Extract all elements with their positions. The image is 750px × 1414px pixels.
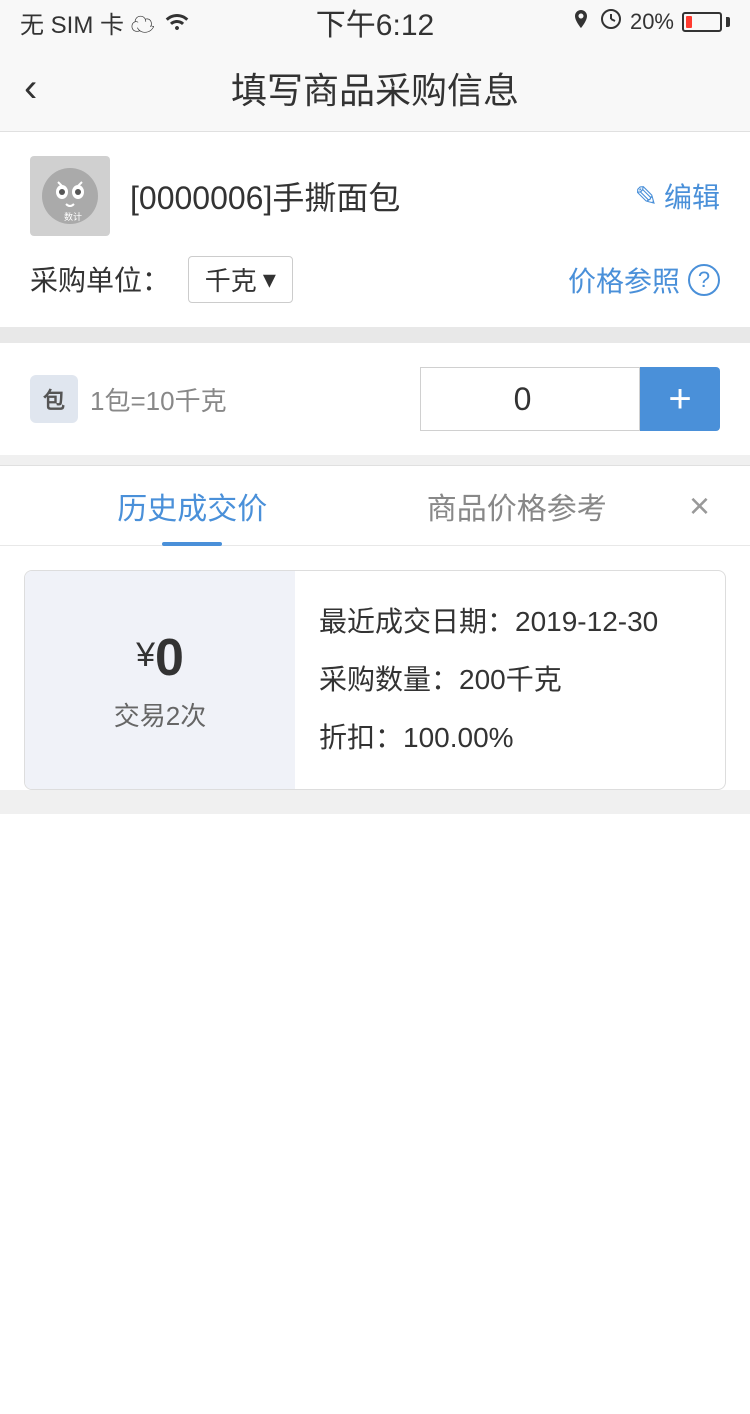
nav-bar: ‹ 填写商品采购信息 (0, 44, 750, 132)
price-ref-label: 价格参照 (568, 260, 680, 300)
quantity-control: + (420, 367, 720, 431)
status-time: 下午6:12 (316, 0, 434, 44)
status-left: 无 SIM 卡 ☁ (20, 5, 191, 40)
transaction-card: ¥0 交易2次 最近成交日期：2019-12-30 采购数量：200千克 折扣：… (24, 570, 726, 790)
tx-discount-row: 折扣：100.00% (319, 717, 701, 759)
section-divider (0, 327, 750, 343)
product-thumbnail: 数计 (30, 156, 110, 236)
tx-price-section: ¥0 交易2次 (25, 571, 295, 789)
product-unit-row: 采购单位： 千克 ▾ 价格参照 ? (30, 256, 720, 303)
quantity-plus-button[interactable]: + (640, 367, 720, 431)
product-left: 数计 [0000006]手撕面包 (30, 156, 400, 236)
tab-history-price[interactable]: 历史成交价 (30, 466, 354, 546)
tx-qty-row: 采购数量：200千克 (319, 659, 701, 701)
unit-select[interactable]: 千克 ▾ (188, 256, 293, 303)
tx-price-number: 0 (155, 629, 184, 687)
unit-section: 采购单位： 千克 ▾ (30, 256, 293, 303)
price-ref-button[interactable]: 价格参照 ? (568, 260, 720, 300)
unit-value: 千克 (205, 261, 257, 298)
status-bar: 无 SIM 卡 ☁ 下午6:12 20% (0, 0, 750, 44)
sim-signal-text: 无 SIM 卡 ☁ (20, 5, 155, 40)
tx-price-symbol: ¥ (136, 636, 155, 675)
unit-label-text: 采购单位： (30, 265, 170, 296)
bottom-sheet: 历史成交价 商品价格参考 × ¥0 交易2次 最近成交日期：2019-12-30… (0, 465, 750, 790)
tx-date-label: 最近成交日期： (319, 606, 515, 637)
price-ref-help-icon: ? (688, 264, 720, 296)
page-rest (0, 814, 750, 1414)
tx-date-row: 最近成交日期：2019-12-30 (319, 601, 701, 643)
status-right: 20% (570, 8, 730, 36)
quantity-row: 包 1包=10千克 + (0, 343, 750, 455)
battery-icon (682, 12, 730, 32)
unit-box-label: 包 (43, 383, 65, 415)
unit-dropdown-arrow: ▾ (263, 264, 276, 295)
tx-discount-value: 100.00% (403, 722, 514, 753)
tab-header: 历史成交价 商品价格参考 × (0, 466, 750, 546)
svg-text:数计: 数计 (64, 211, 82, 222)
unit-info: 包 1包=10千克 (30, 375, 227, 423)
tab-product-price-ref[interactable]: 商品价格参考 (354, 466, 678, 546)
wifi-icon (163, 8, 191, 37)
unit-box: 包 (30, 375, 78, 423)
tab-close-button[interactable]: × (679, 475, 720, 537)
edit-icon: ✎ (635, 180, 658, 213)
location-icon (570, 8, 592, 36)
tx-price-value: ¥0 (136, 628, 184, 688)
tx-details-section: 最近成交日期：2019-12-30 采购数量：200千克 折扣：100.00% (295, 571, 725, 789)
edit-button[interactable]: ✎ 编辑 (635, 176, 720, 216)
tx-discount-label: 折扣： (319, 722, 403, 753)
product-logo-icon: 数计 (40, 166, 100, 226)
product-header: 数计 [0000006]手撕面包 ✎ 编辑 (30, 156, 720, 236)
edit-label: 编辑 (664, 176, 720, 216)
unit-conversion: 1包=10千克 (90, 381, 227, 418)
page-title: 填写商品采购信息 (231, 62, 519, 114)
battery-percent: 20% (630, 9, 674, 35)
tx-date-value: 2019-12-30 (515, 606, 658, 637)
tab-history-price-label: 历史成交价 (117, 484, 267, 528)
tx-count: 交易2次 (114, 696, 206, 733)
tx-qty-value: 200千克 (459, 664, 562, 695)
quantity-input[interactable] (420, 367, 640, 431)
clock-icon (600, 8, 622, 36)
back-button[interactable]: ‹ (24, 68, 37, 108)
product-card: 数计 [0000006]手撕面包 ✎ 编辑 采购单位： 千克 ▾ 价格参照 ? (0, 132, 750, 327)
tx-qty-label: 采购数量： (319, 664, 459, 695)
tab-product-price-ref-label: 商品价格参考 (427, 484, 607, 528)
product-name: [0000006]手撕面包 (130, 173, 400, 219)
